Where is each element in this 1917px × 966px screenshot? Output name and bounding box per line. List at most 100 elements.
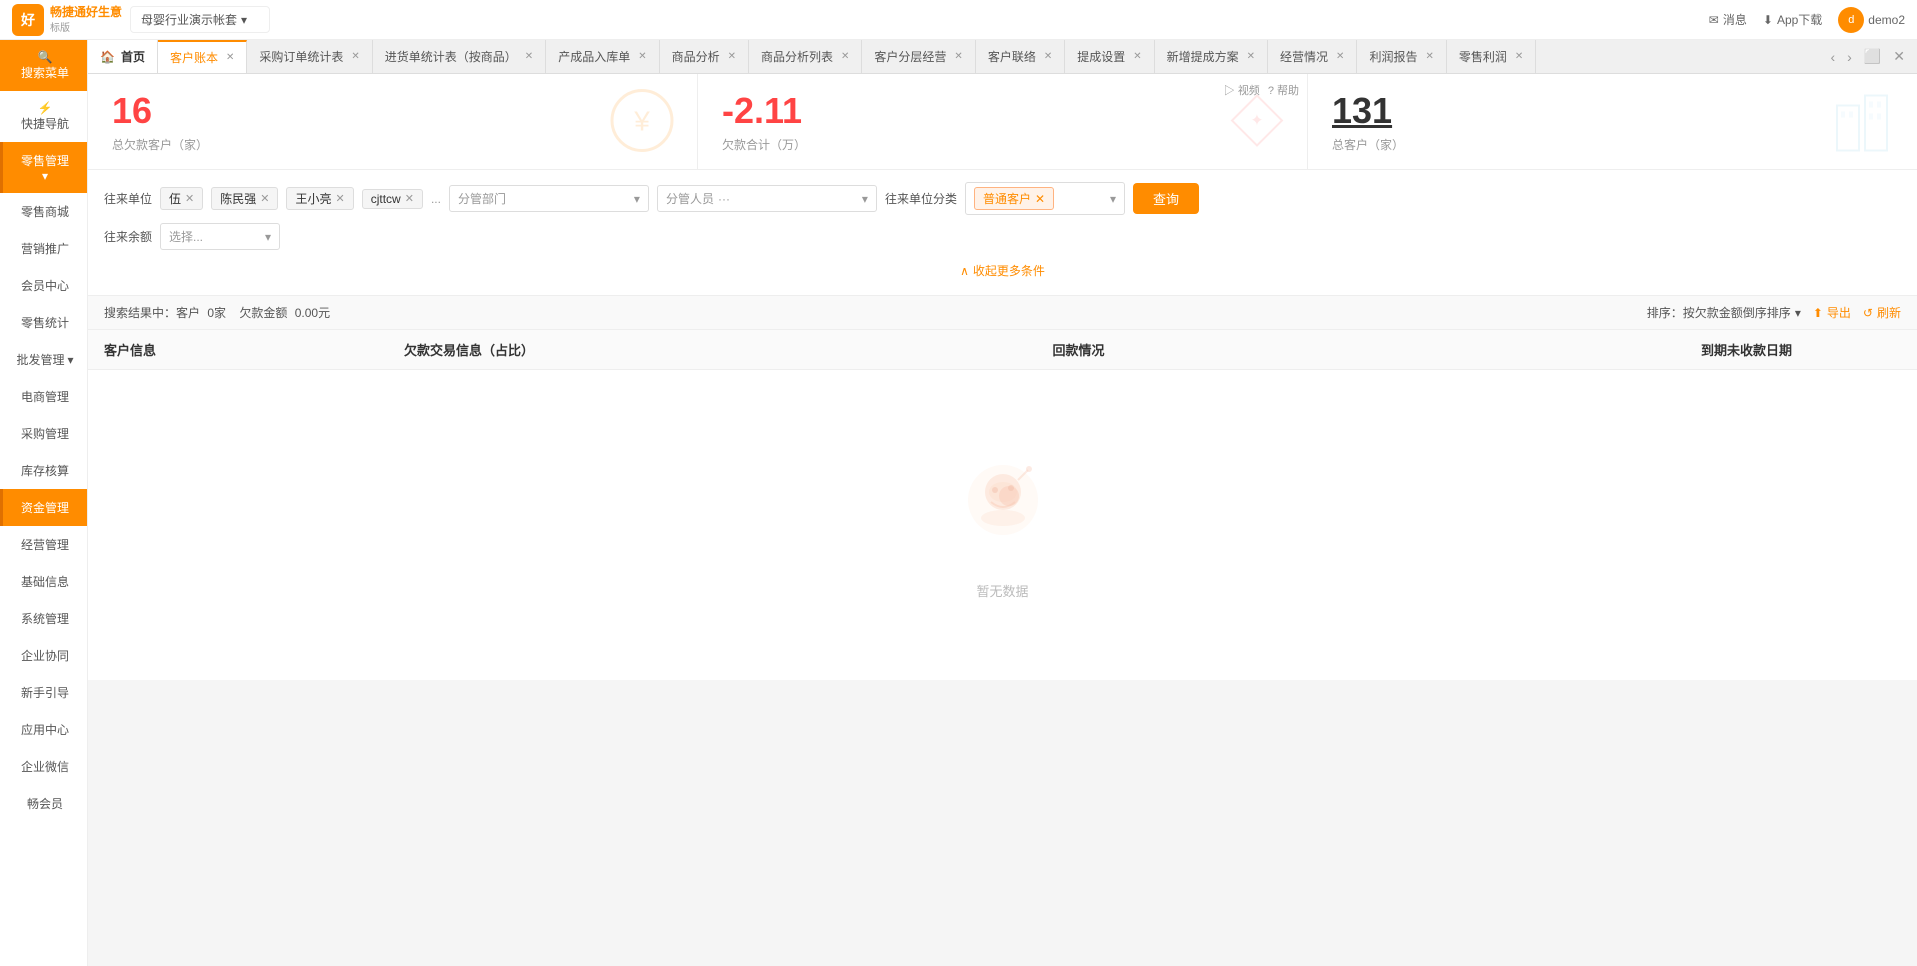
sidebar-item-purchase[interactable]: 采购管理: [0, 415, 87, 452]
sidebar-item-wholesale[interactable]: 批发管理 ▾: [0, 341, 87, 378]
sidebar-item-business-mgmt[interactable]: 经营管理: [0, 526, 87, 563]
tab-purchase-stats[interactable]: 进货单统计表（按商品） ✕: [373, 40, 546, 74]
close-tab-product-analysis[interactable]: ✕: [728, 51, 736, 62]
filter-more-tags[interactable]: ...: [431, 192, 441, 206]
sidebar-item-inventory[interactable]: 库存核算: [0, 452, 87, 489]
stat-label-total-customers: 总客户（家）: [1332, 136, 1404, 153]
logo-icon: 好: [12, 4, 44, 36]
export-button[interactable]: ⬆ 导出: [1813, 304, 1851, 321]
filter-row-2: 往来余额 选择... ▾: [104, 223, 1901, 250]
stat-label-debt-customers: 总欠款客户（家）: [112, 136, 208, 153]
video-help[interactable]: ▷ 视频: [1224, 82, 1260, 98]
tab-finished-goods[interactable]: 产成品入库单 ✕: [546, 40, 659, 74]
refresh-button[interactable]: ↺ 刷新: [1863, 304, 1901, 321]
content-area: 🏠 首页 客户账本 ✕ 采购订单统计表 ✕ 进货单统计表（按商品） ✕ 产成品入…: [88, 40, 1917, 966]
svg-text:✦: ✦: [1250, 112, 1263, 129]
sidebar-item-newbie[interactable]: 新手引导: [0, 674, 87, 711]
tab-operations[interactable]: 经营情况 ✕: [1268, 40, 1357, 74]
chevron-down-dept: ▾: [634, 192, 640, 206]
remove-tag-chen[interactable]: ✕: [260, 192, 269, 205]
close-tab-retail-profit[interactable]: ✕: [1515, 51, 1523, 62]
filter-tag-chen: 陈民强 ✕: [211, 187, 278, 210]
sort-selector[interactable]: 排序：按欠款金额倒序排序 ▾: [1647, 304, 1801, 321]
sidebar-item-finance[interactable]: 资金管理: [0, 489, 87, 526]
close-tab-profit-report[interactable]: ✕: [1425, 51, 1433, 62]
sidebar-item-member-center[interactable]: 会员中心: [0, 267, 87, 304]
sidebar-item-member[interactable]: 畅会员: [0, 785, 87, 822]
logo-text: 畅捷通好生意: [50, 5, 122, 19]
messages-btn[interactable]: ✉ 消息: [1709, 11, 1747, 28]
tab-profit-report[interactable]: 利润报告 ✕: [1357, 40, 1446, 74]
sidebar-item-enterprise[interactable]: 企业协同: [0, 637, 87, 674]
tab-commission-settings[interactable]: 提成设置 ✕: [1065, 40, 1154, 74]
col-customer-info: 客户信息: [104, 340, 404, 359]
filter-balance-selector[interactable]: 选择... ▾: [160, 223, 280, 250]
stat-label-total-debt: 欠款合计（万）: [722, 136, 806, 153]
tab-maximize-icon[interactable]: ⬜: [1860, 46, 1885, 67]
sidebar-item-app-center[interactable]: 应用中心: [0, 711, 87, 748]
close-tab-customer-contact[interactable]: ✕: [1044, 51, 1052, 62]
tab-retail-profit[interactable]: 零售利润 ✕: [1447, 40, 1536, 74]
sort-label: 排序：按欠款金额倒序排序: [1647, 304, 1791, 321]
filter-dept-selector[interactable]: 分管部门 ▾: [449, 185, 649, 212]
tab-prev-icon[interactable]: ‹: [1826, 47, 1839, 67]
stat-number-debt-customers: 16: [112, 90, 208, 132]
close-tab-finished-goods[interactable]: ✕: [638, 51, 646, 62]
filter-category-label: 往来单位分类: [885, 190, 957, 207]
tab-customer-ledger[interactable]: 客户账本 ✕: [158, 40, 247, 74]
query-button[interactable]: 查询: [1133, 183, 1199, 214]
sidebar-item-enterprise-wechat[interactable]: 企业微信: [0, 748, 87, 785]
tab-new-commission[interactable]: 新增提成方案 ✕: [1155, 40, 1268, 74]
filter-tag-wu: 伍 ✕: [160, 187, 203, 210]
tab-product-list[interactable]: 商品分析列表 ✕: [749, 40, 862, 74]
tab-product-analysis[interactable]: 商品分析 ✕: [660, 40, 749, 74]
close-tab-purchase-order[interactable]: ✕: [351, 51, 359, 62]
remove-tag-wang[interactable]: ✕: [336, 192, 345, 205]
help-btn[interactable]: ? 帮助: [1268, 82, 1299, 98]
sidebar-item-retail-mgmt[interactable]: 零售管理 ▾: [0, 142, 87, 193]
tab-controls: ‹ › ⬜ ✕: [1818, 46, 1917, 67]
tab-customer-layer[interactable]: 客户分层经营 ✕: [862, 40, 975, 74]
tab-close-all-icon[interactable]: ✕: [1889, 46, 1909, 67]
workspace-selector[interactable]: 母婴行业演示帐套 ▾: [130, 6, 270, 33]
filter-category-selector[interactable]: 普通客户 ✕ ▾: [965, 182, 1125, 215]
sidebar-item-ecommerce[interactable]: 电商管理: [0, 378, 87, 415]
close-tab-new-commission[interactable]: ✕: [1247, 51, 1255, 62]
filter-person-selector[interactable]: 分管人员 ··· ▾: [657, 185, 877, 212]
chevron-icon: ▾: [42, 169, 48, 183]
tab-home[interactable]: 🏠 首页: [88, 40, 158, 74]
sidebar-item-search[interactable]: 🔍 搜索菜单: [0, 40, 87, 91]
stat-card-total-debt: -2.11 欠款合计（万） ✦ ▷ 视频 ? 帮助: [698, 74, 1308, 169]
tab-customer-contact[interactable]: 客户联络 ✕: [976, 40, 1065, 74]
remove-category-tag[interactable]: ✕: [1035, 192, 1045, 206]
sidebar-item-system[interactable]: 系统管理: [0, 600, 87, 637]
tab-next-icon[interactable]: ›: [1843, 47, 1856, 67]
col-payment: 回款情况: [1053, 340, 1702, 359]
header-right: ✉ 消息 ⬇ App下载 d demo2: [1709, 7, 1905, 33]
col-due-date: 到期未收款日期: [1701, 340, 1901, 359]
download-icon: ⬇: [1763, 13, 1773, 27]
close-tab-commission-settings[interactable]: ✕: [1133, 51, 1141, 62]
app-download-btn[interactable]: ⬇ App下载: [1763, 11, 1822, 28]
chevron-down-icon: ▾: [241, 13, 247, 27]
close-tab-operations[interactable]: ✕: [1336, 51, 1344, 62]
top-header: 好 畅捷通好生意 标版 母婴行业演示帐套 ▾ ✉ 消息 ⬇ App下载 d de…: [0, 0, 1917, 40]
tab-purchase-order[interactable]: 采购订单统计表 ✕: [247, 40, 372, 74]
user-area[interactable]: d demo2: [1838, 7, 1905, 33]
sidebar-item-marketing[interactable]: 营销推广: [0, 230, 87, 267]
sidebar-item-quick-nav[interactable]: ⚡ 快捷导航: [0, 91, 87, 142]
sidebar-item-basic-info[interactable]: 基础信息: [0, 563, 87, 600]
close-tab-purchase-stats[interactable]: ✕: [525, 51, 533, 62]
sidebar-item-retail-mall[interactable]: 零售商城: [0, 193, 87, 230]
close-tab-product-list[interactable]: ✕: [841, 51, 849, 62]
remove-tag-wu[interactable]: ✕: [185, 192, 194, 205]
sidebar-item-retail-stats[interactable]: 零售统计: [0, 304, 87, 341]
remove-tag-cjttcw[interactable]: ✕: [405, 192, 414, 205]
close-tab-customer-layer[interactable]: ✕: [954, 51, 962, 62]
svg-text:¥: ¥: [633, 105, 650, 136]
collapse-button[interactable]: ∧ 收起更多条件: [948, 258, 1057, 283]
results-info: 搜索结果中：客户 0家 欠款金额 0.00元: [104, 304, 330, 321]
close-tab-customer-ledger[interactable]: ✕: [226, 52, 234, 63]
filter-dept-label: 分管部门: [458, 190, 506, 207]
empty-text: 暂无数据: [976, 581, 1028, 600]
